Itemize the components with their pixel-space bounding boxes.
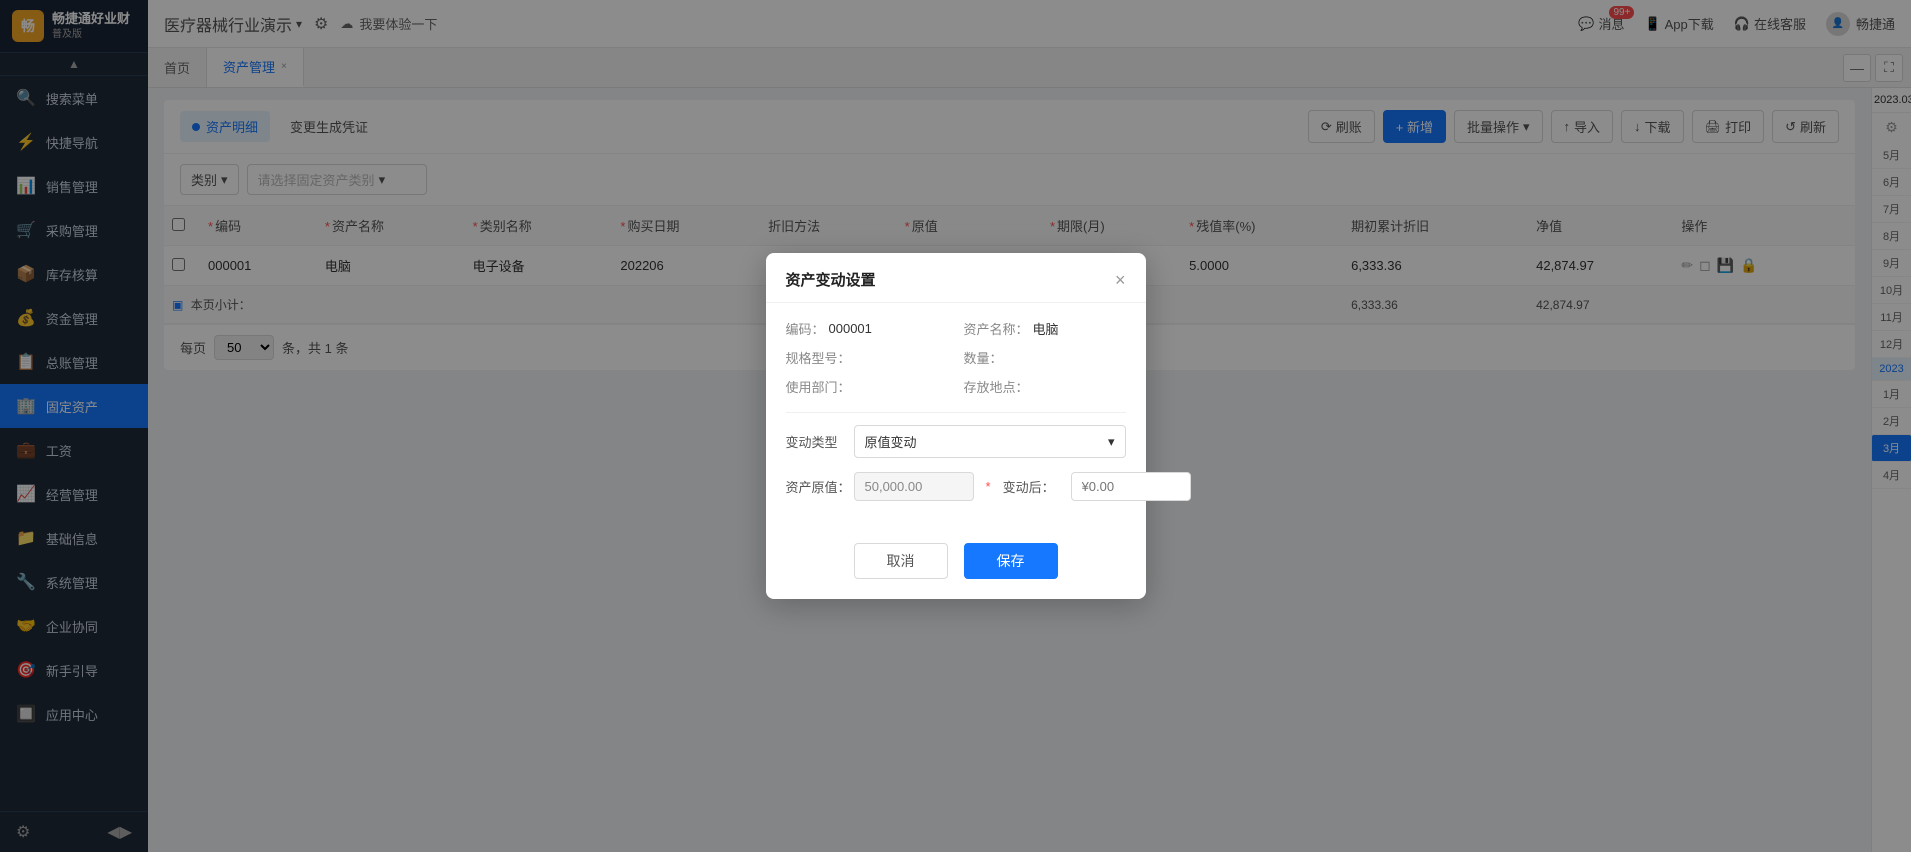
dialog-change-type-field: 变动类型 原值变动 ▾ — [786, 425, 1126, 458]
dialog-dept-row: 使用部门： — [786, 377, 948, 396]
after-change-input[interactable] — [1071, 472, 1191, 501]
dialog-name-value: 电脑 — [1033, 319, 1059, 338]
dialog-spec-label: 规格型号： — [786, 348, 851, 367]
dialog-body: 编码： 000001 资产名称： 电脑 规格型号： 数量： 使用部门： — [766, 303, 1146, 531]
cancel-button[interactable]: 取消 — [854, 543, 948, 579]
dialog-code-value: 000001 — [829, 321, 872, 336]
dialog-close-btn[interactable]: × — [1115, 271, 1126, 289]
dialog-change-type-label: 变动类型 — [786, 432, 846, 451]
dialog-title: 资产变动设置 — [786, 269, 876, 290]
change-type-value: 原值变动 — [865, 432, 917, 451]
dialog-quantity-label: 数量： — [964, 348, 1003, 367]
chevron-down-icon: ▾ — [1108, 434, 1115, 450]
dialog-divider — [786, 412, 1126, 413]
dialog-info-grid: 编码： 000001 资产名称： 电脑 规格型号： 数量： 使用部门： — [786, 319, 1126, 396]
asset-change-dialog: 资产变动设置 × 编码： 000001 资产名称： 电脑 规格型号： 数量： — [766, 253, 1146, 599]
dialog-overlay[interactable]: 资产变动设置 × 编码： 000001 资产名称： 电脑 规格型号： 数量： — [0, 0, 1911, 852]
dialog-value-field: 资产原值： * 变动后： — [786, 472, 1126, 501]
dialog-name-row: 资产名称： 电脑 — [964, 319, 1126, 338]
dialog-header: 资产变动设置 × — [766, 253, 1146, 303]
change-type-select[interactable]: 原值变动 ▾ — [854, 425, 1126, 458]
dialog-location-label: 存放地点： — [964, 377, 1029, 396]
original-value-input — [854, 472, 974, 501]
dialog-code-row: 编码： 000001 — [786, 319, 948, 338]
dialog-spec-row: 规格型号： — [786, 348, 948, 367]
save-button[interactable]: 保存 — [964, 543, 1058, 579]
dialog-name-label: 资产名称： — [964, 319, 1029, 338]
dialog-after-change-label: 变动后： — [1003, 477, 1063, 496]
dialog-code-label: 编码： — [786, 319, 825, 338]
dialog-location-row: 存放地点： — [964, 377, 1126, 396]
dialog-quantity-row: 数量： — [964, 348, 1126, 367]
dialog-original-value-label: 资产原值： — [786, 477, 846, 496]
dialog-footer: 取消 保存 — [766, 531, 1146, 599]
dialog-dept-label: 使用部门： — [786, 377, 851, 396]
